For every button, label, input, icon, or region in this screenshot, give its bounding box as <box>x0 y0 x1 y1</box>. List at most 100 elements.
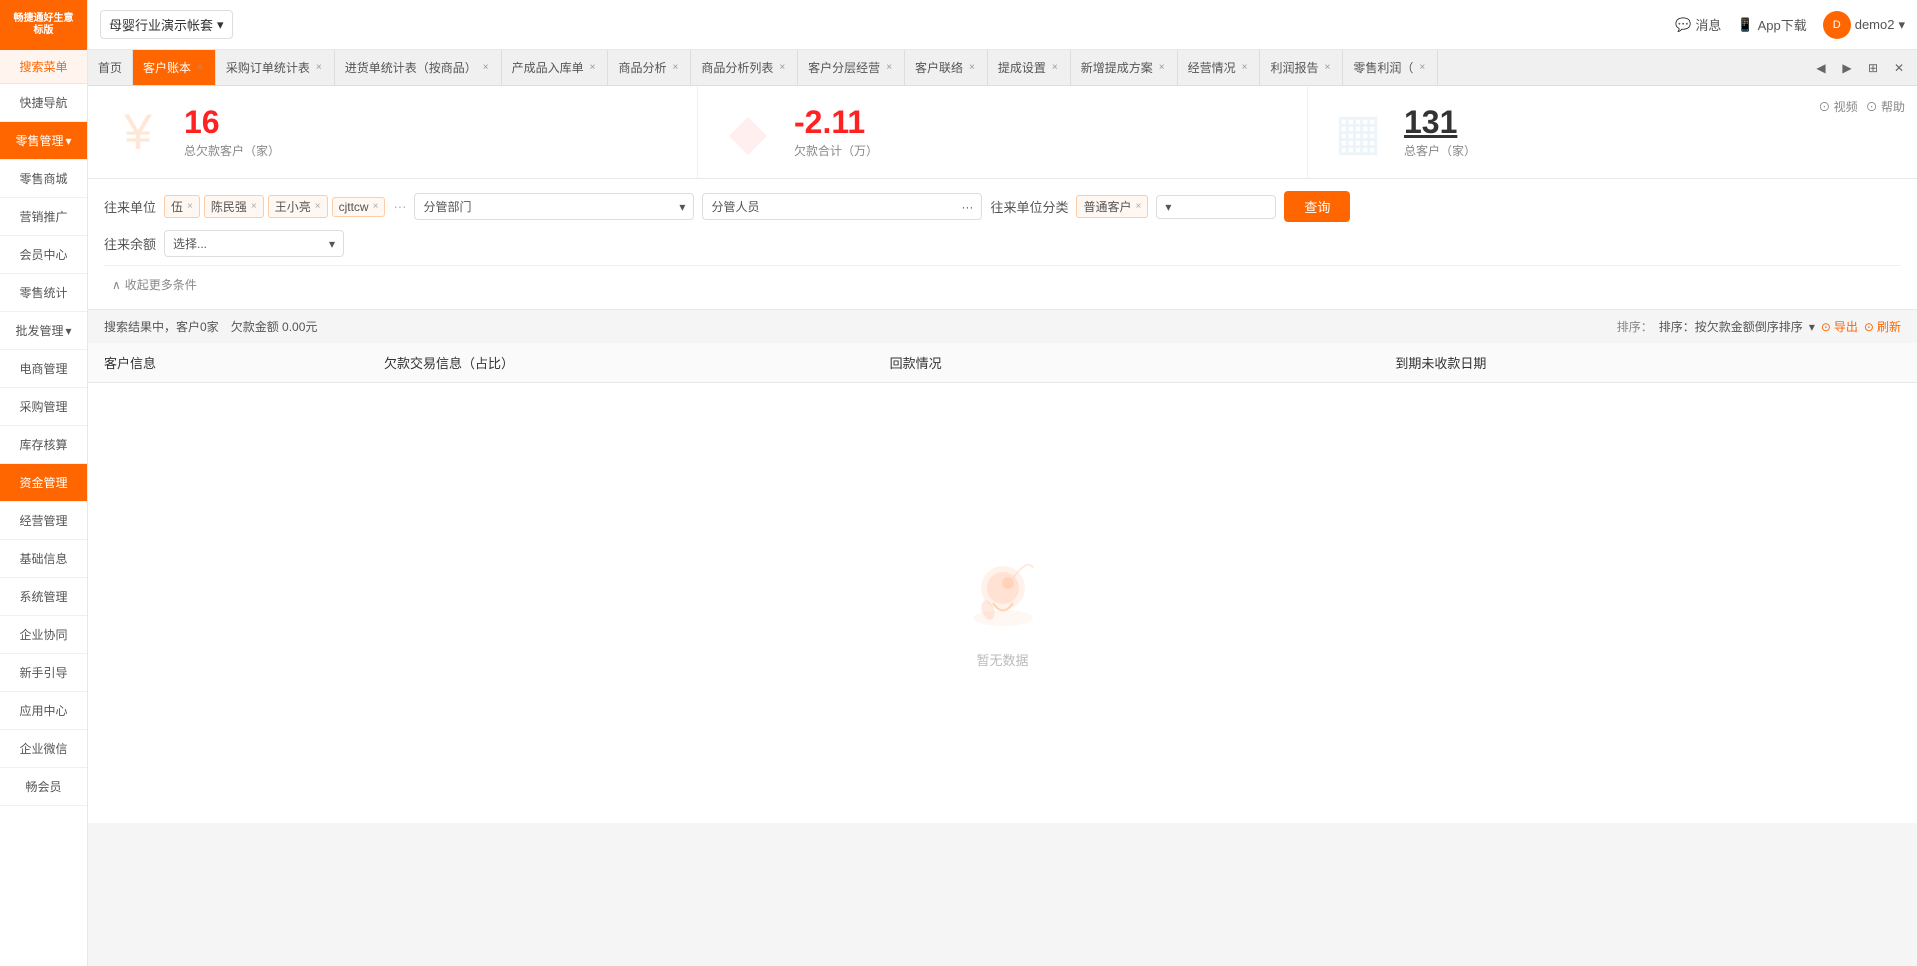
tab-next-button[interactable]: ▶ <box>1837 58 1857 78</box>
tab-3[interactable]: 进货单统计表（按商品） × <box>335 50 502 85</box>
dept-select[interactable]: 分管部门 ▾ <box>414 193 694 220</box>
chevron-down-icon: ▾ <box>217 17 224 33</box>
tab-close-3[interactable]: × <box>481 62 491 73</box>
sidebar-item-17[interactable]: 畅会员 <box>0 768 87 806</box>
account-selector[interactable]: 母婴行业演示帐套 ▾ <box>100 10 233 39</box>
message-button[interactable]: 💬 消息 <box>1675 15 1721 34</box>
content-area: ¥ 16 总欠款客户（家） ◆ -2.11 欠款合计（万） ▦ 131 总 <box>88 86 1917 966</box>
tab-close-8[interactable]: × <box>967 62 977 73</box>
export-button[interactable]: ⊙ 导出 <box>1821 318 1858 335</box>
sidebar-quick-nav[interactable]: 快捷导航 <box>0 84 87 122</box>
stat-label-amount: 欠款合计（万） <box>794 142 878 159</box>
sidebar-item-0[interactable]: 零售管理▾ <box>0 122 87 160</box>
sidebar-item-3[interactable]: 会员中心 <box>0 236 87 274</box>
tab-4[interactable]: 产成品入库单× <box>502 50 609 85</box>
tab-close-13[interactable]: × <box>1417 62 1427 73</box>
tab-13[interactable]: 零售利润（ × <box>1343 50 1438 85</box>
unit-tag-remove-1[interactable]: × <box>251 201 257 212</box>
person-select-arrow: ··· <box>961 200 973 214</box>
tab-label-6: 商品分析列表 <box>701 59 773 76</box>
tab-label-3: 进货单统计表（按商品） <box>345 59 477 76</box>
export-label: 导出 <box>1834 318 1858 335</box>
topbar-right: 💬 消息 📱 App下载 D demo2 ▾ <box>1675 11 1905 39</box>
sidebar-item-10[interactable]: 经营管理 <box>0 502 87 540</box>
unit-tag-remove-3[interactable]: × <box>373 201 379 212</box>
remainder-select[interactable]: 选择... ▾ <box>164 230 344 257</box>
tab-close-6[interactable]: × <box>777 62 787 73</box>
tab-9[interactable]: 提成设置× <box>988 50 1071 85</box>
tab-label-13: 零售利润（ <box>1353 59 1413 76</box>
sidebar: 畅捷通好生意 标版 搜索菜单 快捷导航 零售管理▾零售商城营销推广会员中心零售统… <box>0 0 88 966</box>
sidebar-item-16[interactable]: 企业微信 <box>0 730 87 768</box>
sidebar-item-1[interactable]: 零售商城 <box>0 160 87 198</box>
stat-info-1: 16 总欠款客户（家） <box>184 106 280 159</box>
tab-expand-button[interactable]: ⊞ <box>1863 58 1883 78</box>
sidebar-search[interactable]: 搜索菜单 <box>0 50 87 84</box>
sidebar-item-5[interactable]: 批发管理▾ <box>0 312 87 350</box>
tab-close-5[interactable]: × <box>670 62 680 73</box>
video-link[interactable]: ⊙ 视频 <box>1818 98 1857 115</box>
unit-type-dropdown[interactable]: ▾ <box>1156 195 1276 219</box>
account-selector-label: 母婴行业演示帐套 <box>109 15 213 34</box>
tab-label-5: 商品分析 <box>618 59 666 76</box>
unit-type-tags: 普通客户 × <box>1076 195 1148 218</box>
sidebar-item-7[interactable]: 采购管理 <box>0 388 87 426</box>
sidebar-item-14[interactable]: 新手引导 <box>0 654 87 692</box>
tab-close-10[interactable]: × <box>1157 62 1167 73</box>
unit-type-tag-remove-0[interactable]: × <box>1135 201 1141 212</box>
sidebar-item-4[interactable]: 零售统计 <box>0 274 87 312</box>
tab-6[interactable]: 商品分析列表 × <box>691 50 798 85</box>
tab-12[interactable]: 利润报告× <box>1260 50 1343 85</box>
stats-row: ¥ 16 总欠款客户（家） ◆ -2.11 欠款合计（万） ▦ 131 总 <box>88 86 1917 179</box>
refresh-button[interactable]: ⊙ 刷新 <box>1864 318 1901 335</box>
sidebar-item-9[interactable]: 资金管理 <box>0 464 87 502</box>
stat-card-customers: ¥ 16 总欠款客户（家） <box>88 86 698 178</box>
tab-10[interactable]: 新增提成方案× <box>1071 50 1178 85</box>
logo-subtext: 标版 <box>34 25 54 37</box>
sidebar-item-6[interactable]: 电商管理 <box>0 350 87 388</box>
sidebar-item-12[interactable]: 系统管理 <box>0 578 87 616</box>
tab-0[interactable]: 首页 <box>88 50 133 85</box>
sidebar-item-2[interactable]: 营销推广 <box>0 198 87 236</box>
stat-icon-2: ◆ <box>718 102 778 162</box>
sidebar-item-13[interactable]: 企业协同 <box>0 616 87 654</box>
tab-close-all-button[interactable]: ✕ <box>1889 58 1909 78</box>
help-link[interactable]: ⊙ 帮助 <box>1866 98 1905 115</box>
sort-button[interactable]: 排序：按欠款金额倒序排序 <box>1659 318 1803 335</box>
sidebar-item-15[interactable]: 应用中心 <box>0 692 87 730</box>
app-download-button[interactable]: 📱 App下载 <box>1737 15 1806 34</box>
tab-close-9[interactable]: × <box>1050 62 1060 73</box>
tab-1[interactable]: 客户账本 × <box>133 50 216 85</box>
tab-label-1: 客户账本 <box>143 59 191 76</box>
tab-2[interactable]: 采购订单统计表× <box>216 50 335 85</box>
app-icon: 📱 <box>1737 17 1753 33</box>
user-menu[interactable]: D demo2 ▾ <box>1823 11 1905 39</box>
sidebar-item-8[interactable]: 库存核算 <box>0 426 87 464</box>
tab-5[interactable]: 商品分析 × <box>608 50 691 85</box>
unit-tag-remove-2[interactable]: × <box>315 201 321 212</box>
avatar: D <box>1823 11 1851 39</box>
unit-tag-remove-0[interactable]: × <box>187 201 193 212</box>
tab-close-11[interactable]: × <box>1240 62 1250 73</box>
tab-close-4[interactable]: × <box>588 62 598 73</box>
collapse-button[interactable]: ∧ 收起更多条件 <box>104 272 1901 297</box>
tab-close-2[interactable]: × <box>314 62 324 73</box>
tab-close-1[interactable]: × <box>195 62 205 73</box>
person-select[interactable]: 分管人员 ··· <box>702 193 982 220</box>
tab-label-0: 首页 <box>98 59 122 76</box>
unit-tag-1: 陈民强 × <box>204 195 264 218</box>
tab-prev-button[interactable]: ◀ <box>1811 58 1831 78</box>
tab-close-12[interactable]: × <box>1322 62 1332 73</box>
query-button[interactable]: 查询 <box>1284 191 1350 222</box>
sidebar-item-11[interactable]: 基础信息 <box>0 540 87 578</box>
tab-8[interactable]: 客户联络 × <box>905 50 988 85</box>
more-tags-indicator[interactable]: ··· <box>393 199 406 214</box>
remainder-label: 往来余额 <box>104 234 156 253</box>
tab-label-8: 客户联络 <box>915 59 963 76</box>
topbar: 母婴行业演示帐套 ▾ 💬 消息 📱 App下载 D demo2 ▾ <box>88 0 1917 50</box>
unit-type-label: 往来单位分类 <box>990 197 1068 216</box>
tab-7[interactable]: 客户分层经营× <box>798 50 905 85</box>
stat-info-3: 131 总客户（家） <box>1404 106 1476 159</box>
tab-11[interactable]: 经营情况× <box>1178 50 1261 85</box>
tab-close-7[interactable]: × <box>884 62 894 73</box>
